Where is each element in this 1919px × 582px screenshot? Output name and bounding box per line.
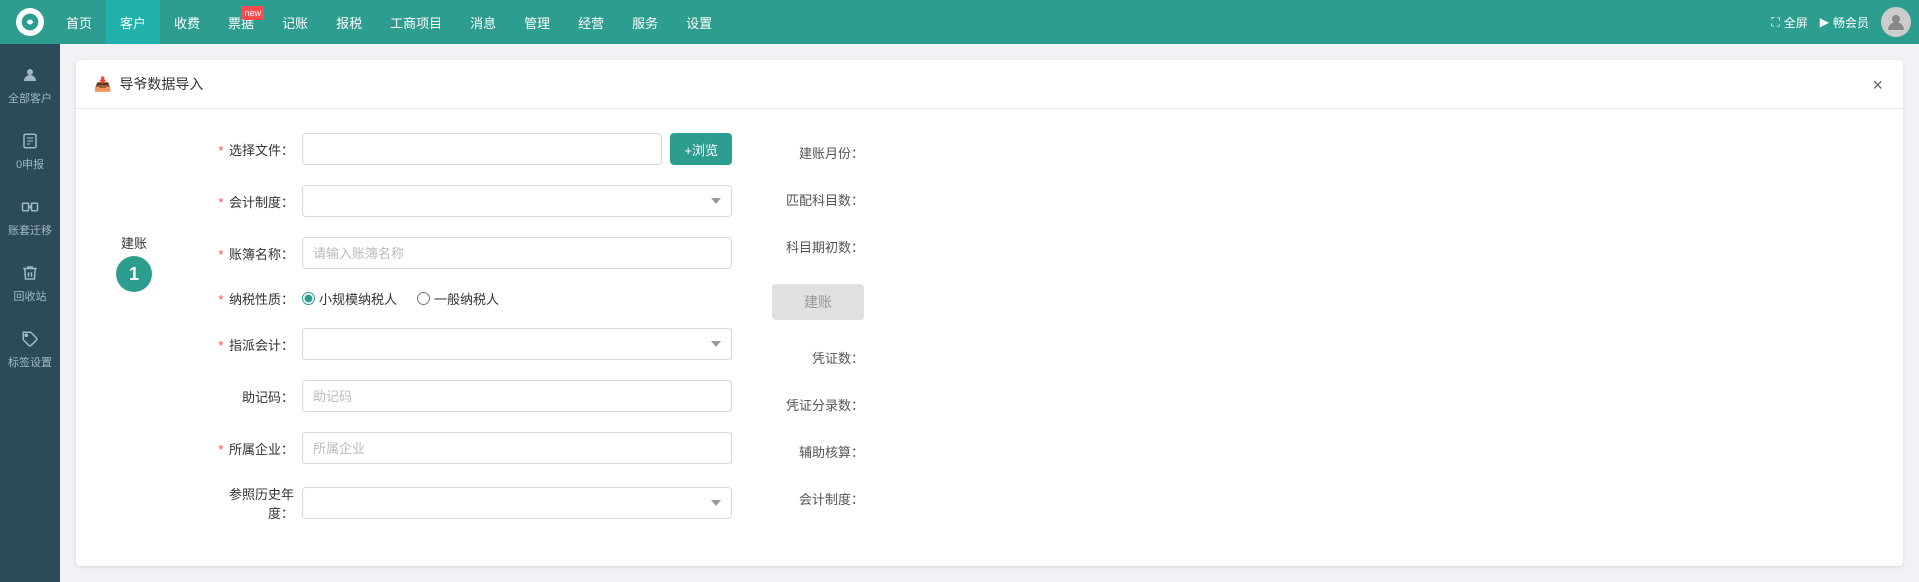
member-btn[interactable]: ▶ 畅会员 — [1820, 14, 1869, 31]
tax-type-label: * 纳税性质： — [212, 289, 302, 308]
avatar[interactable] — [1881, 7, 1911, 37]
create-account-button[interactable]: 建账 — [772, 284, 864, 320]
nav-bizproject[interactable]: 工商项目 — [376, 0, 456, 44]
info-aux-label: 辅助核算： — [772, 442, 872, 461]
browse-button[interactable]: +浏览 — [670, 133, 732, 165]
sidebar-item-migrate[interactable]: 账套迁移 — [0, 186, 60, 248]
nav-ledger[interactable]: 记账 — [268, 0, 322, 44]
tax-radio-group: 小规模纳税人 一般纳税人 — [302, 289, 732, 308]
migrate-icon — [19, 196, 41, 218]
member-icon: ▶ — [1820, 15, 1829, 29]
step-badge: 建账 1 — [116, 233, 152, 292]
new-badge: new — [242, 6, 265, 20]
nav-right: ⛶ 全屏 ▶ 畅会员 — [1771, 7, 1911, 37]
nav-tax[interactable]: 报税 — [322, 0, 376, 44]
company-input[interactable] — [302, 432, 732, 464]
top-nav: 首页 客户 收费 票据 new 记账 报税 工商项目 消息 管理 经营 服务 设… — [0, 0, 1919, 44]
nav-client[interactable]: 客户 — [106, 0, 160, 44]
nav-manage[interactable]: 管理 — [510, 0, 564, 44]
accountant-select[interactable] — [302, 328, 732, 360]
content-area: 📥 导爷数据导入 × 建账 1 — [60, 44, 1919, 582]
nav-message[interactable]: 消息 — [456, 0, 510, 44]
nav-fee[interactable]: 收费 — [160, 0, 214, 44]
tag-icon — [19, 328, 41, 350]
tax-type-row: * 纳税性质： 小规模纳税人 一般纳税人 — [212, 289, 732, 308]
dialog-body: 建账 1 * 选择文件： +浏览 — [76, 109, 1903, 566]
info-subject-init-label: 科目期初数： — [772, 237, 872, 256]
sidebar: 全部客户 0申报 账套迁移 — [0, 44, 60, 582]
accounting-system-row: * 会计制度： — [212, 185, 732, 217]
sidebar-item-report[interactable]: 0申报 — [0, 120, 60, 182]
logo[interactable] — [8, 0, 52, 44]
radio-general-taxpayer[interactable]: 一般纳税人 — [417, 289, 499, 308]
ledger-name-row: * 账簿名称： — [212, 237, 732, 269]
accountant-label: * 指派会计： — [212, 335, 302, 354]
accounting-system-select[interactable] — [302, 185, 732, 217]
history-year-row: 参照历史年度： — [212, 484, 732, 522]
trash-icon — [19, 262, 41, 284]
nav-items: 首页 客户 收费 票据 new 记账 报税 工商项目 消息 管理 经营 服务 设… — [52, 0, 1771, 44]
dialog-title: 导爷数据导入 — [119, 74, 203, 94]
info-section: 建账月份： 匹配科目数： 科目期初数： 建账 — [772, 133, 1032, 542]
company-label: * 所属企业： — [212, 439, 302, 458]
file-label: * 选择文件： — [212, 140, 302, 159]
info-voucher-entries: 凭证分录数： — [772, 395, 1032, 414]
info-voucher: 凭证数： — [772, 348, 1032, 367]
import-icon: 📥 — [94, 76, 111, 93]
ledger-name-input[interactable] — [302, 237, 732, 269]
file-input-group: +浏览 — [302, 133, 732, 165]
nav-invoice[interactable]: 票据 new — [214, 0, 268, 44]
info-accounting2-label: 会计制度： — [772, 489, 872, 508]
memo-label: 助记码： — [212, 387, 302, 406]
history-year-select[interactable] — [302, 487, 732, 519]
step-label: 建账 — [121, 233, 147, 252]
info-subject-init: 科目期初数： — [772, 237, 1032, 256]
dialog-panel: 📥 导爷数据导入 × 建账 1 — [76, 60, 1903, 566]
company-row: * 所属企业： — [212, 432, 732, 464]
form-section: * 选择文件： +浏览 * 会计制度： — [212, 133, 732, 542]
memo-row: 助记码： — [212, 380, 732, 412]
info-aux-account: 辅助核算： — [772, 442, 1032, 461]
info-accounting-system2: 会计制度： — [772, 489, 1032, 508]
fullscreen-icon: ⛶ — [1771, 15, 1779, 30]
history-year-label: 参照历史年度： — [212, 484, 302, 522]
ledger-name-label: * 账簿名称： — [212, 244, 302, 263]
nav-home[interactable]: 首页 — [52, 0, 106, 44]
info-match-label: 匹配科目数： — [772, 190, 872, 209]
info-month-label: 建账月份： — [772, 143, 872, 162]
dialog-header: 📥 导爷数据导入 — [76, 60, 1903, 109]
step-section: 建账 1 — [116, 133, 172, 542]
accountant-row: * 指派会计： — [212, 328, 732, 360]
sidebar-item-tag[interactable]: 标签设置 — [0, 318, 60, 380]
info-month: 建账月份： — [772, 143, 1032, 162]
memo-input[interactable] — [302, 380, 732, 412]
nav-settings[interactable]: 设置 — [672, 0, 726, 44]
file-input[interactable] — [302, 133, 662, 165]
accounting-system-label: * 会计制度： — [212, 192, 302, 211]
radio-small-taxpayer[interactable]: 小规模纳税人 — [302, 289, 397, 308]
main-layout: 全部客户 0申报 账套迁移 — [0, 44, 1919, 582]
nav-service[interactable]: 服务 — [618, 0, 672, 44]
sidebar-item-all-clients[interactable]: 全部客户 — [0, 54, 60, 116]
fullscreen-btn[interactable]: ⛶ 全屏 — [1771, 14, 1807, 31]
info-match: 匹配科目数： — [772, 190, 1032, 209]
file-row: * 选择文件： +浏览 — [212, 133, 732, 165]
step-circle: 1 — [116, 256, 152, 292]
info-voucher-label: 凭证数： — [772, 348, 872, 367]
person-icon — [19, 64, 41, 86]
sidebar-item-recycle[interactable]: 回收站 — [0, 252, 60, 314]
nav-operation[interactable]: 经营 — [564, 0, 618, 44]
info-voucher-entries-label: 凭证分录数： — [772, 395, 872, 414]
report-icon — [19, 130, 41, 152]
close-button[interactable]: × — [1868, 72, 1887, 98]
